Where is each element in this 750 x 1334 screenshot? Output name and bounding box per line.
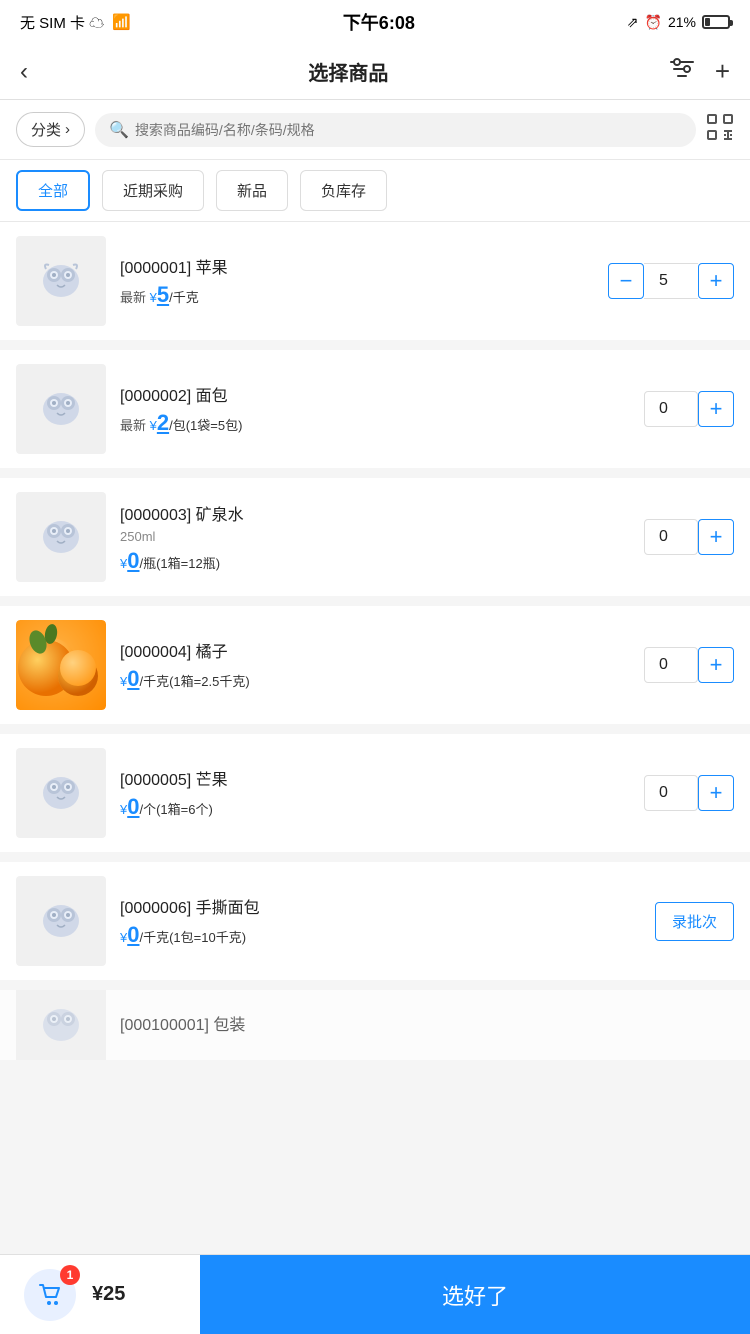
owl-placeholder-icon	[31, 887, 91, 955]
increase-button[interactable]: +	[698, 263, 734, 299]
product-image-000100001	[16, 990, 106, 1060]
quantity-control-0000001: − +	[608, 263, 734, 299]
product-name: [0000002] 面包	[120, 382, 630, 406]
product-name: [0000004] 橘子	[120, 638, 630, 662]
category-button[interactable]: 分类 ›	[16, 112, 85, 147]
batch-record-button[interactable]: 录批次	[655, 902, 734, 941]
search-wrap: 🔍	[95, 113, 696, 147]
table-row: [0000006] 手撕面包 ¥0/千克(1包=10千克) 录批次	[0, 862, 750, 980]
cart-badge: 1	[60, 1265, 80, 1285]
tab-bar: 全部 近期采购 新品 负库存	[0, 160, 750, 222]
product-price: ¥0/瓶(1箱=12瓶)	[120, 548, 630, 574]
product-info-0000001: [0000001] 苹果 最新 ¥5/千克	[120, 254, 594, 308]
back-button[interactable]: ‹	[20, 58, 28, 86]
product-spec: 250ml	[120, 529, 630, 544]
nav-bar: ‹ 选择商品 +	[0, 44, 750, 100]
owl-placeholder-icon	[31, 991, 91, 1059]
product-image-0000003	[16, 492, 106, 582]
table-row: [000100001] 包装	[0, 990, 750, 1060]
product-name: [0000006] 手撕面包	[120, 894, 641, 918]
location-icon: ⇗	[627, 14, 639, 31]
product-info-0000002: [0000002] 面包 最新 ¥2/包(1袋=5包)	[120, 382, 630, 436]
bottom-bar: 1 ¥25 选好了	[0, 1254, 750, 1334]
product-name: [0000001] 苹果	[120, 254, 594, 278]
product-info-0000004: [0000004] 橘子 ¥0/千克(1箱=2.5千克)	[120, 638, 630, 692]
category-chevron: ›	[65, 121, 70, 138]
category-label: 分类	[31, 119, 61, 140]
table-row: [0000005] 芒果 ¥0/个(1箱=6个) +	[0, 734, 750, 852]
table-row: [0000001] 苹果 最新 ¥5/千克 − +	[0, 222, 750, 340]
tab-all[interactable]: 全部	[16, 170, 90, 211]
search-icon: 🔍	[109, 120, 129, 140]
cart-button[interactable]: 1	[24, 1269, 76, 1321]
search-input[interactable]	[135, 122, 682, 138]
nav-right-actions: +	[669, 56, 730, 87]
product-name: [0000003] 矿泉水	[120, 501, 630, 525]
add-icon[interactable]: +	[715, 56, 730, 87]
table-row: [0000003] 矿泉水 250ml ¥0/瓶(1箱=12瓶) +	[0, 478, 750, 596]
owl-placeholder-icon	[31, 247, 91, 315]
battery-percent: 21%	[668, 14, 696, 30]
product-price: ¥0/个(1箱=6个)	[120, 794, 630, 820]
cart-section: 1 ¥25	[0, 1269, 200, 1321]
product-image-0000001	[16, 236, 106, 326]
status-time: 下午6:08	[343, 9, 415, 35]
product-info-0000003: [0000003] 矿泉水 250ml ¥0/瓶(1箱=12瓶)	[120, 501, 630, 574]
quantity-control-0000005: +	[644, 775, 734, 811]
no-sim-label: 无 SIM 卡 ☁	[20, 12, 104, 33]
page-title: 选择商品	[308, 57, 388, 86]
product-price: 最新 ¥5/千克	[120, 282, 594, 308]
product-image-0000002	[16, 364, 106, 454]
status-left: 无 SIM 卡 ☁ 📶	[20, 12, 131, 33]
cart-total: ¥25	[92, 1283, 125, 1306]
product-list: [0000001] 苹果 最新 ¥5/千克 − +	[0, 222, 750, 1162]
tab-new[interactable]: 新品	[216, 170, 288, 211]
quantity-control-0000003: +	[644, 519, 734, 555]
quantity-control-0000002: +	[644, 391, 734, 427]
product-info-0000006: [0000006] 手撕面包 ¥0/千克(1包=10千克)	[120, 894, 641, 948]
table-row: [0000002] 面包 最新 ¥2/包(1袋=5包) +	[0, 350, 750, 468]
decrease-button[interactable]: −	[608, 263, 644, 299]
quantity-input[interactable]	[644, 775, 698, 811]
quantity-input[interactable]	[644, 519, 698, 555]
product-name: [000100001] 包装	[120, 1011, 734, 1035]
product-image-0000005	[16, 748, 106, 838]
quantity-input[interactable]	[644, 263, 698, 299]
owl-placeholder-icon	[31, 375, 91, 443]
table-row: [0000004] 橘子 ¥0/千克(1箱=2.5千克) +	[0, 606, 750, 724]
wifi-icon: 📶	[112, 13, 131, 31]
product-price: ¥0/千克(1箱=2.5千克)	[120, 666, 630, 692]
increase-button[interactable]: +	[698, 775, 734, 811]
tab-negative-stock[interactable]: 负库存	[300, 170, 387, 211]
product-price: ¥0/千克(1包=10千克)	[120, 922, 641, 948]
alarm-icon: ⏰	[645, 14, 662, 31]
quantity-control-0000004: +	[644, 647, 734, 683]
product-info-000100001: [000100001] 包装	[120, 1011, 734, 1039]
increase-button[interactable]: +	[698, 647, 734, 683]
product-name: [0000005] 芒果	[120, 766, 630, 790]
increase-button[interactable]: +	[698, 391, 734, 427]
cart-icon	[36, 1281, 64, 1309]
filter-icon[interactable]	[669, 58, 695, 86]
tab-recent[interactable]: 近期采购	[102, 170, 204, 211]
owl-placeholder-icon	[31, 759, 91, 827]
confirm-button[interactable]: 选好了	[200, 1255, 750, 1334]
owl-placeholder-icon	[31, 503, 91, 571]
filter-search-bar: 分类 › 🔍	[0, 100, 750, 160]
quantity-input[interactable]	[644, 391, 698, 427]
product-info-0000005: [0000005] 芒果 ¥0/个(1箱=6个)	[120, 766, 630, 820]
quantity-input[interactable]	[644, 647, 698, 683]
scan-icon[interactable]	[706, 113, 734, 147]
status-right: ⇗ ⏰ 21%	[627, 14, 730, 31]
product-image-0000004	[16, 620, 106, 710]
orange-fruit-image	[16, 620, 106, 710]
product-image-0000006	[16, 876, 106, 966]
status-bar: 无 SIM 卡 ☁ 📶 下午6:08 ⇗ ⏰ 21%	[0, 0, 750, 44]
product-price: 最新 ¥2/包(1袋=5包)	[120, 410, 630, 436]
battery-icon	[702, 15, 730, 29]
increase-button[interactable]: +	[698, 519, 734, 555]
